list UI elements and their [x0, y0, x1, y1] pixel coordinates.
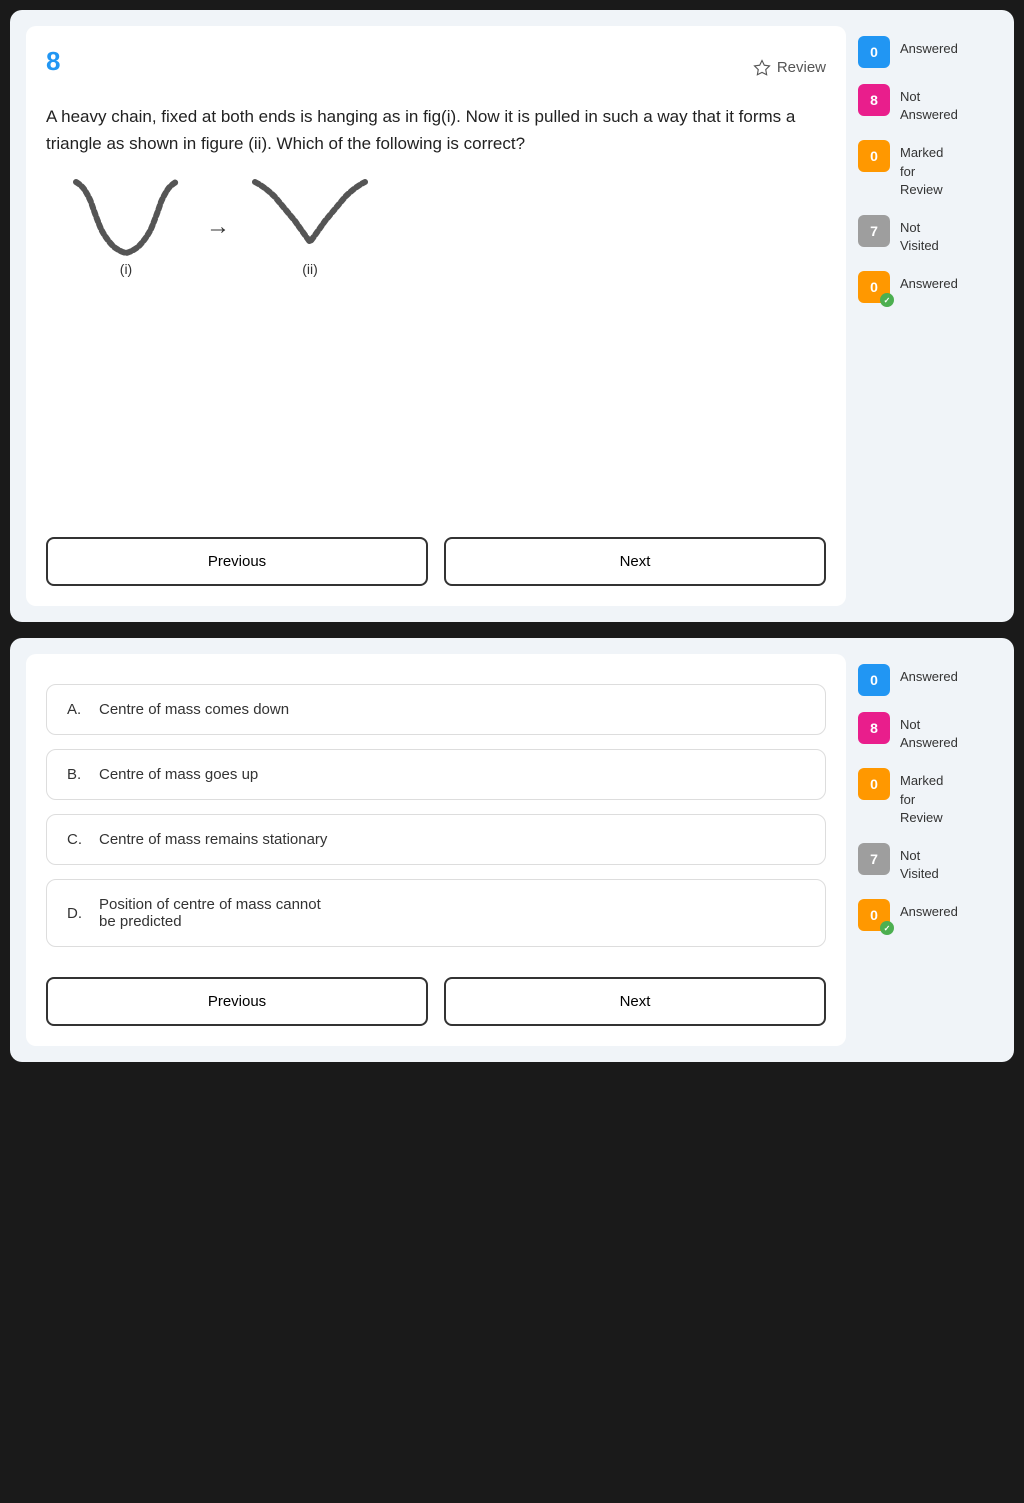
marked-label-bottom: MarkedforReview — [900, 768, 943, 827]
not-answered-badge-bottom: 8 — [858, 712, 890, 744]
sidebar-answered-bottom: 0 Answered — [858, 664, 998, 696]
option-a-letter: A. — [67, 701, 87, 718]
chain-v-svg — [250, 177, 370, 257]
previous-button-bottom[interactable]: Previous — [46, 977, 428, 1026]
marked-badge-top: 0 — [858, 140, 890, 172]
not-visited-label-top: NotVisited — [900, 215, 939, 255]
option-b-letter: B. — [67, 766, 87, 783]
review-button[interactable]: Review — [753, 59, 826, 77]
chain-u-svg — [66, 177, 186, 257]
not-answered-label-top: NotAnswered — [900, 84, 958, 124]
option-b-text: Centre of mass goes up — [99, 766, 258, 783]
arrow: → — [206, 213, 230, 241]
sidebar-bottom: 0 Answered 8 NotAnswered 0 MarkedforRevi… — [858, 654, 998, 1046]
next-button-bottom[interactable]: Next — [444, 977, 826, 1026]
fig-label-ii: (ii) — [302, 261, 318, 277]
sidebar-not-visited-bottom: 7 NotVisited — [858, 843, 998, 883]
panel-bottom: A. Centre of mass comes down B. Centre o… — [10, 638, 1014, 1062]
panel-top: 8 Review A heavy chain, fixed at both en… — [10, 10, 1014, 622]
answered-marked-label-bottom: Answered — [900, 899, 958, 921]
options-list: A. Centre of mass comes down B. Centre o… — [46, 674, 826, 957]
option-c-letter: C. — [67, 831, 87, 848]
not-visited-label-bottom: NotVisited — [900, 843, 939, 883]
option-a[interactable]: A. Centre of mass comes down — [46, 684, 826, 735]
not-visited-badge-top: 7 — [858, 215, 890, 247]
option-d-text: Position of centre of mass cannotbe pred… — [99, 896, 321, 930]
answered-label-top: Answered — [900, 36, 958, 58]
sidebar-answered-top: 0 Answered — [858, 36, 998, 68]
question-content-top: 8 Review A heavy chain, fixed at both en… — [26, 26, 846, 606]
option-d[interactable]: D. Position of centre of mass cannotbe p… — [46, 879, 826, 947]
next-button-top[interactable]: Next — [444, 537, 826, 586]
answered-marked-badge-bottom: 0 ✓ — [858, 899, 890, 931]
sidebar-not-answered-top: 8 NotAnswered — [858, 84, 998, 124]
question-text: A heavy chain, fixed at both ends is han… — [46, 103, 826, 157]
previous-button-top[interactable]: Previous — [46, 537, 428, 586]
option-c[interactable]: C. Centre of mass remains stationary — [46, 814, 826, 865]
question-content-bottom: A. Centre of mass comes down B. Centre o… — [26, 654, 846, 1046]
figure-i: (i) — [66, 177, 186, 277]
not-answered-label-bottom: NotAnswered — [900, 712, 958, 752]
answered-badge-top: 0 — [858, 36, 890, 68]
checkmark-icon-top: ✓ — [880, 293, 894, 307]
answered-marked-label-top: Answered — [900, 271, 958, 293]
sidebar-not-visited-top: 7 NotVisited — [858, 215, 998, 255]
review-label: Review — [777, 59, 826, 76]
option-d-letter: D. — [67, 905, 87, 922]
question-header: 8 Review — [46, 46, 826, 89]
figure-ii: (ii) — [250, 177, 370, 277]
answered-badge-bottom: 0 — [858, 664, 890, 696]
nav-buttons-bottom: Previous Next — [46, 977, 826, 1026]
not-answered-badge-top: 8 — [858, 84, 890, 116]
sidebar-marked-bottom: 0 MarkedforReview — [858, 768, 998, 827]
chain-illustration: (i) → (ii) — [66, 177, 826, 277]
sidebar-top: 0 Answered 8 NotAnswered 0 MarkedforRevi… — [858, 26, 998, 606]
sidebar-answered-marked-top: 0 ✓ Answered — [858, 271, 998, 303]
not-visited-badge-bottom: 7 — [858, 843, 890, 875]
sidebar-marked-top: 0 MarkedforReview — [858, 140, 998, 199]
nav-buttons-top: Previous Next — [46, 537, 826, 586]
option-b[interactable]: B. Centre of mass goes up — [46, 749, 826, 800]
option-a-text: Centre of mass comes down — [99, 701, 289, 718]
sidebar-answered-marked-bottom: 0 ✓ Answered — [858, 899, 998, 931]
fig-label-i: (i) — [120, 261, 132, 277]
answered-label-bottom: Answered — [900, 664, 958, 686]
marked-badge-bottom: 0 — [858, 768, 890, 800]
option-c-text: Centre of mass remains stationary — [99, 831, 327, 848]
answered-marked-badge-top: 0 ✓ — [858, 271, 890, 303]
marked-label-top: MarkedforReview — [900, 140, 943, 199]
star-icon — [753, 59, 771, 77]
question-number: 8 — [46, 46, 60, 77]
sidebar-not-answered-bottom: 8 NotAnswered — [858, 712, 998, 752]
checkmark-icon-bottom: ✓ — [880, 921, 894, 935]
